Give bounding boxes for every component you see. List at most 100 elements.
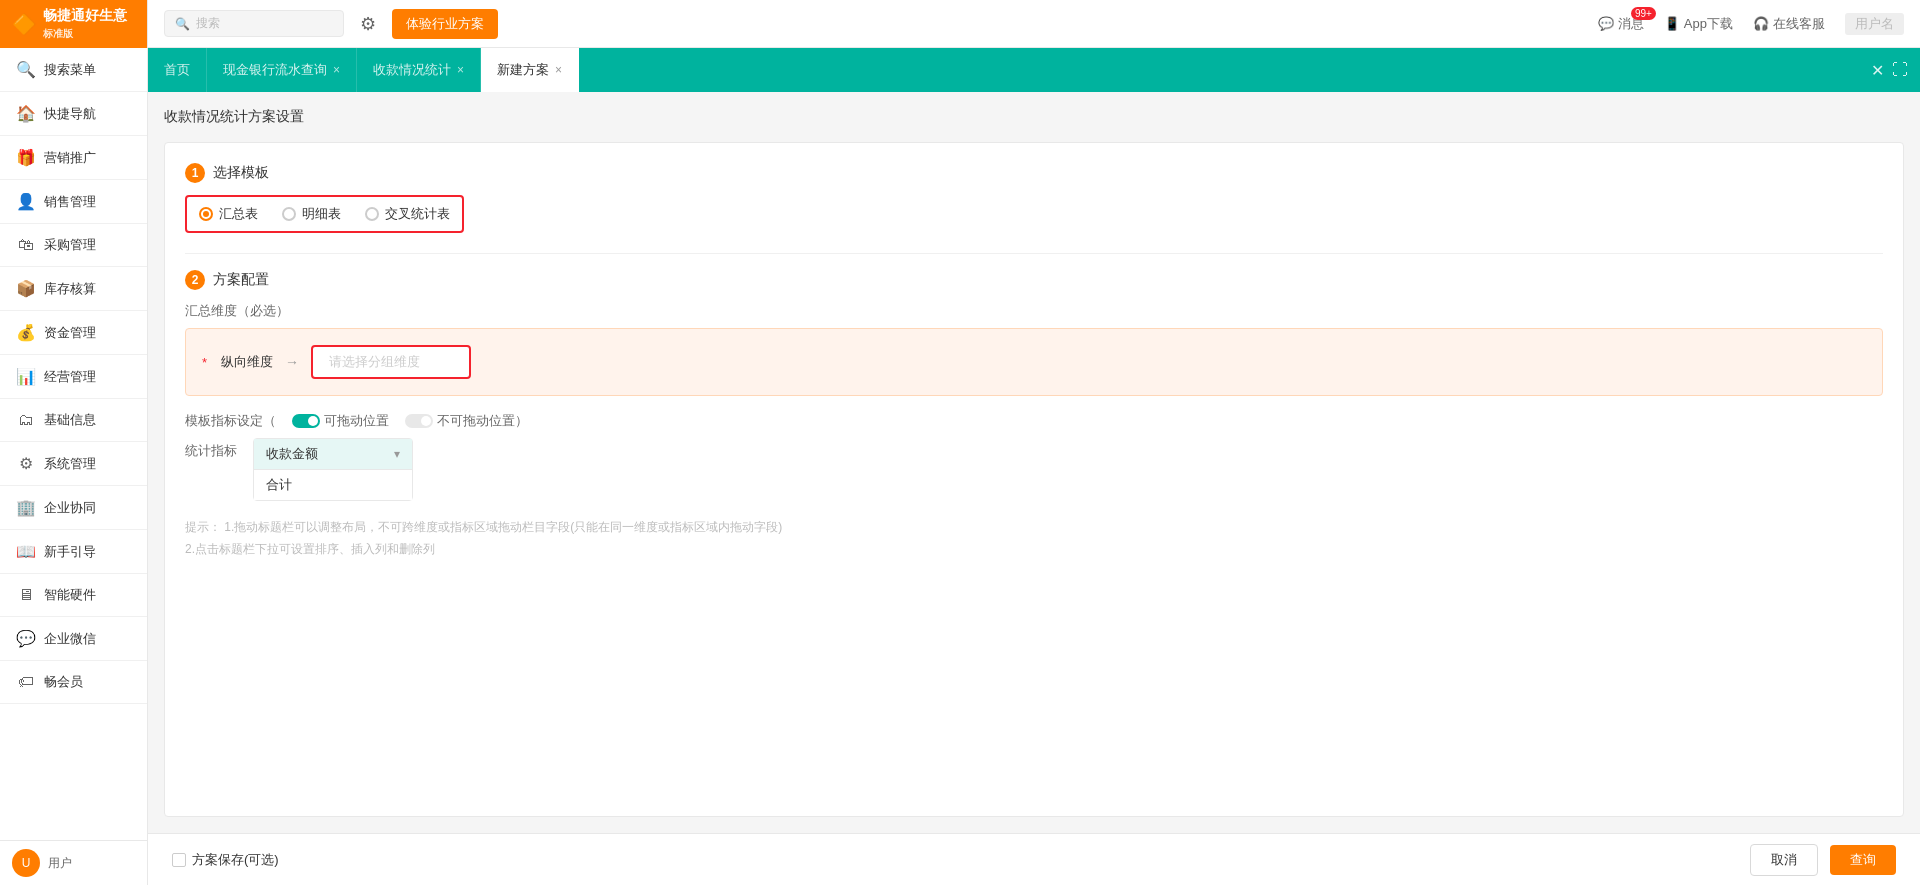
sidebar-item-label: 智能硬件 — [44, 586, 96, 604]
dimension-area: * 纵向维度 → 请选择分组维度 — [185, 328, 1883, 396]
tab-new-plan[interactable]: 新建方案 × — [481, 48, 579, 92]
sidebar-item-basic-info[interactable]: 🗂 基础信息 — [0, 399, 147, 442]
sidebar-item-label: 经营管理 — [44, 368, 96, 386]
online-service-link[interactable]: 🎧 在线客服 — [1753, 15, 1825, 33]
sidebar-item-quick-nav[interactable]: 🏠 快捷导航 — [0, 92, 147, 136]
tab-receipt-stat[interactable]: 收款情况统计 × — [357, 48, 481, 92]
movable-toggle — [292, 414, 320, 428]
sidebar-item-label: 基础信息 — [44, 411, 96, 429]
user-name: 用户名 — [1845, 13, 1904, 35]
tab-bank-query-label: 现金银行流水查询 — [223, 61, 327, 79]
stat-area-label: 统计指标 — [185, 438, 237, 460]
page-content: 收款情况统计方案设置 1 选择模板 汇总表 明细 — [148, 92, 1920, 833]
sidebar-item-enterprise[interactable]: 🏢 企业协同 — [0, 486, 147, 530]
chat-icon: 💬 — [16, 629, 36, 648]
sidebar-item-label: 营销推广 — [44, 149, 96, 167]
trial-button[interactable]: 体验行业方案 — [392, 9, 498, 39]
sidebar-item-label: 系统管理 — [44, 455, 96, 473]
brand-name: 畅捷通好生意 — [43, 7, 127, 25]
header-right: 💬 消息 99+ 📱 App下载 🎧 在线客服 用户名 — [1598, 13, 1904, 35]
radio-detail[interactable]: 明细表 — [282, 205, 341, 223]
sidebar-item-inventory[interactable]: 📦 库存核算 — [0, 267, 147, 311]
tab-bar: 首页 现金银行流水查询 × 收款情况统计 × 新建方案 × ✕ ⛶ — [148, 48, 1920, 92]
cancel-button[interactable]: 取消 — [1750, 844, 1818, 876]
sidebar-item-operations[interactable]: 📊 经营管理 — [0, 355, 147, 399]
brand-logo: 🔶 畅捷通好生意 标准版 — [0, 0, 147, 48]
headset-icon: 🎧 — [1753, 16, 1769, 31]
tab-close-all-icon[interactable]: ✕ — [1871, 61, 1884, 80]
sidebar-item-label: 采购管理 — [44, 236, 96, 254]
tab-bank-query[interactable]: 现金银行流水查询 × — [207, 48, 357, 92]
radio-dot-detail — [282, 207, 296, 221]
sidebar-item-search-menu[interactable]: 🔍 搜索菜单 — [0, 48, 147, 92]
bottom-bar: 方案保存(可选) 取消 查询 — [148, 833, 1920, 885]
sidebar-item-label: 销售管理 — [44, 193, 96, 211]
sidebar-item-weixin[interactable]: 💬 企业微信 — [0, 617, 147, 661]
step2-number: 2 — [185, 270, 205, 290]
step1-header: 1 选择模板 — [185, 163, 1883, 183]
tab-home[interactable]: 首页 — [148, 48, 207, 92]
radio-summary-label: 汇总表 — [219, 205, 258, 223]
step2-section: 2 方案配置 汇总维度（必选） * 纵向维度 → 请选择分组维度 模板指标设定（ — [185, 270, 1883, 560]
sidebar-item-label: 畅会员 — [44, 673, 83, 691]
radio-detail-label: 明细表 — [302, 205, 341, 223]
group-dimension-selector[interactable]: 请选择分组维度 — [311, 345, 471, 379]
app-download-link[interactable]: 📱 App下载 — [1664, 15, 1733, 33]
radio-summary[interactable]: 汇总表 — [199, 205, 258, 223]
unmovable-toggle — [405, 414, 433, 428]
arrow-icon: → — [285, 354, 299, 370]
sidebar-item-label: 库存核算 — [44, 280, 96, 298]
sidebar-item-hardware[interactable]: 🖥 智能硬件 — [0, 574, 147, 617]
sidebar-item-member[interactable]: 🏷 畅会员 — [0, 661, 147, 704]
sidebar-item-purchase[interactable]: 🛍 采购管理 — [0, 224, 147, 267]
sidebar-item-marketing[interactable]: 🎁 营销推广 — [0, 136, 147, 180]
indicator-col-name: 收款金额 — [266, 445, 318, 463]
radio-cross[interactable]: 交叉统计表 — [365, 205, 450, 223]
sidebar-item-label: 新手引导 — [44, 543, 96, 561]
vertical-dimension-label: 纵向维度 — [221, 353, 273, 371]
indicator-section: 模板指标设定（ 可拖动位置 不可拖动位置） 统计指标 — [185, 412, 1883, 501]
sidebar-item-system[interactable]: ⚙ 系统管理 — [0, 442, 147, 486]
logo-icon: 🔶 — [12, 12, 37, 36]
app-download-label: App下载 — [1684, 15, 1733, 33]
col-dropdown-arrow[interactable]: ▾ — [394, 447, 400, 461]
query-button[interactable]: 查询 — [1830, 845, 1896, 875]
notification-link[interactable]: 💬 消息 99+ — [1598, 15, 1644, 33]
sidebar-item-label: 搜索菜单 — [44, 61, 96, 79]
avatar: U — [12, 849, 40, 877]
step2-title: 方案配置 — [213, 271, 269, 289]
tab-bank-query-close[interactable]: × — [333, 63, 340, 77]
book-icon: 📖 — [16, 542, 36, 561]
brand-badge: 标准版 — [43, 27, 127, 41]
top-header: 🔍 搜索 ⚙ 体验行业方案 💬 消息 99+ 📱 App下载 🎧 在线客服 用户… — [148, 0, 1920, 48]
sidebar-item-sales[interactable]: 👤 销售管理 — [0, 180, 147, 224]
search-bar[interactable]: 🔍 搜索 — [164, 10, 344, 37]
computer-icon: 🖥 — [16, 586, 36, 604]
save-checkbox[interactable] — [172, 853, 186, 867]
sidebar-item-label: 企业微信 — [44, 630, 96, 648]
sidebar: 🔶 畅捷通好生意 标准版 🔍 搜索菜单 🏠 快捷导航 🎁 营销推广 👤 销售管理… — [0, 0, 148, 885]
sidebar-bottom: U 用户 — [0, 840, 147, 885]
user-icon: 👤 — [16, 192, 36, 211]
indicator-settings-label: 模板指标设定（ — [185, 412, 276, 430]
tab-new-plan-close[interactable]: × — [555, 63, 562, 77]
tab-home-label: 首页 — [164, 61, 190, 79]
sidebar-item-finance[interactable]: 💰 资金管理 — [0, 311, 147, 355]
tab-bar-right: ✕ ⛶ — [1871, 61, 1920, 80]
box-icon: 📦 — [16, 279, 36, 298]
step1-title: 选择模板 — [213, 164, 269, 182]
tab-fullscreen-icon[interactable]: ⛶ — [1892, 61, 1908, 79]
chart-icon: 📊 — [16, 367, 36, 386]
sidebar-item-label: 资金管理 — [44, 324, 96, 342]
app-icon: 📱 — [1664, 16, 1680, 31]
radio-cross-label: 交叉统计表 — [385, 205, 450, 223]
template-select-group: 汇总表 明细表 交叉统计表 — [185, 195, 464, 233]
tab-receipt-stat-label: 收款情况统计 — [373, 61, 451, 79]
tab-receipt-stat-close[interactable]: × — [457, 63, 464, 77]
dimension-row: * 纵向维度 → 请选择分组维度 — [202, 345, 1866, 379]
settings-icon[interactable]: ⚙ — [360, 13, 376, 35]
indicator-col-header[interactable]: 收款金额 ▾ — [254, 439, 412, 470]
indicator-col-sub: 合计 — [254, 470, 412, 500]
sidebar-item-guide[interactable]: 📖 新手引导 — [0, 530, 147, 574]
tag-icon: 🏷 — [16, 673, 36, 691]
